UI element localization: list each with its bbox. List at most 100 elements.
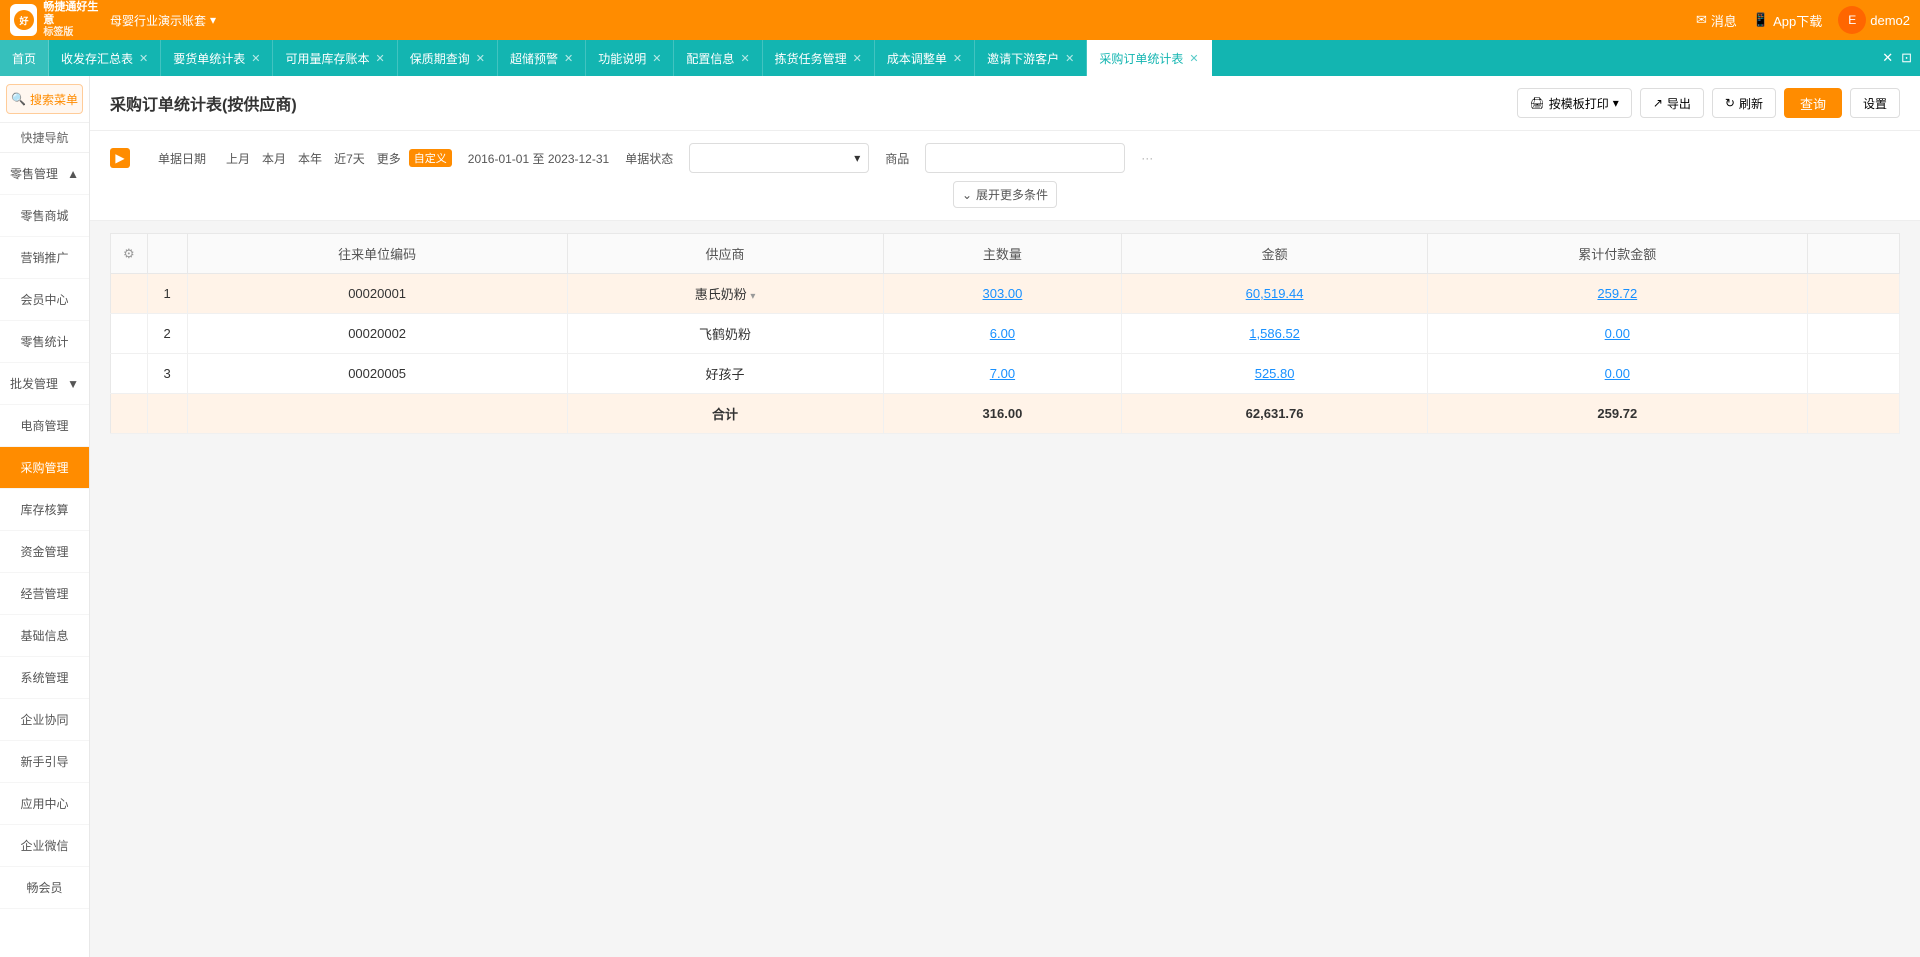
sidebar-item-营销推广[interactable]: 营销推广 <box>0 237 89 279</box>
tab-close-icon[interactable]: ✕ <box>853 52 862 65</box>
tab-可用量库存账本[interactable]: 可用量库存账本 ✕ <box>273 40 397 76</box>
settings-button[interactable]: 设置 <box>1850 88 1900 118</box>
message-btn[interactable]: ✉ 消息 <box>1696 11 1737 30</box>
row-amount-cell[interactable]: 1,586.52 <box>1122 314 1428 354</box>
refresh-button[interactable]: ↻ 刷新 <box>1712 88 1776 118</box>
row-qty-cell[interactable]: 6.00 <box>883 314 1122 354</box>
export-button[interactable]: ↗ 导出 <box>1640 88 1704 118</box>
table-row[interactable]: 2 00020002 飞鹤奶粉 6.00 1,586.52 0.00 <box>111 314 1900 354</box>
sidebar-item-批发管理[interactable]: 批发管理 ▼ <box>0 363 89 405</box>
sidebar-item-会员中心[interactable]: 会员中心 <box>0 279 89 321</box>
sidebar-quick-nav[interactable]: 快捷导航 <box>0 123 89 153</box>
filter-area: ▶ 单据日期 上月 本月 本年 近7天 更多 自定义 2016-01-01 至 … <box>90 131 1920 221</box>
tab-邀请下游客户[interactable]: 邀请下游客户 ✕ <box>975 40 1087 76</box>
sidebar-item-经营管理[interactable]: 经营管理 <box>0 573 89 615</box>
sidebar-item-采购管理[interactable]: 采购管理 <box>0 447 89 489</box>
row-supplier-cell: 飞鹤奶粉 <box>567 314 883 354</box>
footer-paid: 259.72 <box>1427 394 1807 434</box>
shortcut-more[interactable]: 更多 <box>373 148 405 169</box>
footer-settings-cell <box>111 394 148 434</box>
query-button[interactable]: 查询 <box>1784 88 1842 118</box>
row-amount-cell[interactable]: 60,519.44 <box>1122 274 1428 314</box>
row-qty-cell[interactable]: 7.00 <box>883 354 1122 394</box>
shortcut-this-month[interactable]: 本月 <box>258 148 290 169</box>
sidebar-item-应用中心[interactable]: 应用中心 <box>0 783 89 825</box>
search-menu-button[interactable]: 🔍 搜索菜单 <box>6 84 83 114</box>
tab-拣货任务管理[interactable]: 拣货任务管理 ✕ <box>763 40 875 76</box>
sidebar-item-新手引导[interactable]: 新手引导 <box>0 741 89 783</box>
tab-home[interactable]: 首页 <box>0 40 49 76</box>
status-filter-label: 单据状态 <box>625 150 673 167</box>
tab-保质期查询[interactable]: 保质期查询 ✕ <box>398 40 498 76</box>
nav-close-icon[interactable]: ✕ <box>1882 50 1893 66</box>
gear-icon[interactable]: ⚙ <box>123 246 135 261</box>
sidebar-item-零售管理[interactable]: 零售管理 ▲ <box>0 153 89 195</box>
tab-要货单统计表[interactable]: 要货单统计表 ✕ <box>161 40 273 76</box>
footer-label-cell <box>187 394 567 434</box>
table-row[interactable]: 1 00020001 惠氏奶粉 ▾ 303.00 60,519.44 259.7… <box>111 274 1900 314</box>
expand-more-btn[interactable]: ⌄ 展开更多条件 <box>953 181 1057 208</box>
expand-down-icon: ⌄ <box>962 188 972 202</box>
tab-超储预警[interactable]: 超储预警 ✕ <box>498 40 586 76</box>
sidebar-item-零售商城[interactable]: 零售商城 <box>0 195 89 237</box>
table-row[interactable]: 3 00020005 好孩子 7.00 525.80 0.00 <box>111 354 1900 394</box>
row-settings-cell <box>111 274 148 314</box>
goods-input[interactable] <box>925 143 1125 173</box>
sidebar-item-零售统计[interactable]: 零售统计 <box>0 321 89 363</box>
user-avatar[interactable]: E demo2 <box>1838 6 1910 34</box>
sidebar-search-area: 🔍 搜索菜单 <box>0 76 89 123</box>
tab-收发存汇总表[interactable]: 收发存汇总表 ✕ <box>49 40 161 76</box>
logo-area: 好 畅捷通好生意 标签版 <box>10 1 100 39</box>
tab-close-icon[interactable]: ✕ <box>1065 52 1074 65</box>
shortcut-7days[interactable]: 近7天 <box>330 148 369 169</box>
tab-close-icon[interactable]: ✕ <box>376 52 385 65</box>
tab-配置信息[interactable]: 配置信息 ✕ <box>674 40 762 76</box>
select-arrow-icon: ▾ <box>854 151 860 165</box>
sidebar-item-企业微信[interactable]: 企业微信 <box>0 825 89 867</box>
page-title: 采购订单统计表(按供应商) <box>110 91 297 127</box>
row-paid-cell[interactable]: 0.00 <box>1427 314 1807 354</box>
nav-maximize-icon[interactable]: ⊡ <box>1901 50 1912 66</box>
tab-close-icon[interactable]: ✕ <box>953 52 962 65</box>
sidebar-item-畅会员[interactable]: 畅会员 <box>0 867 89 909</box>
workspace-selector[interactable]: 母婴行业演示账套 ▾ <box>110 12 216 29</box>
data-table: ⚙ 往来单位编码 供应商 主数量 金额 累计付款金额 1 <box>110 233 1900 434</box>
row-code-cell: 00020002 <box>187 314 567 354</box>
toggle-filter-btn[interactable]: ▶ <box>110 148 130 168</box>
tab-close-icon[interactable]: ✕ <box>652 52 661 65</box>
tab-功能说明[interactable]: 功能说明 ✕ <box>586 40 674 76</box>
table-footer-row: 合计 316.00 62,631.76 259.72 <box>111 394 1900 434</box>
sidebar-item-资金管理[interactable]: 资金管理 <box>0 531 89 573</box>
svg-text:好: 好 <box>18 15 28 26</box>
tab-close-icon[interactable]: ✕ <box>251 52 260 65</box>
tab-close-icon[interactable]: ✕ <box>740 52 749 65</box>
sidebar-item-电商管理[interactable]: 电商管理 <box>0 405 89 447</box>
tab-close-icon[interactable]: ✕ <box>476 52 485 65</box>
row-paid-cell[interactable]: 259.72 <box>1427 274 1807 314</box>
row-paid-cell[interactable]: 0.00 <box>1427 354 1807 394</box>
date-filter-label: 单据日期 <box>158 150 206 167</box>
sidebar-item-系统管理[interactable]: 系统管理 <box>0 657 89 699</box>
download-icon: 📱 <box>1753 12 1769 28</box>
tab-close-icon[interactable]: ✕ <box>1189 52 1198 65</box>
col-amount: 金额 <box>1122 234 1428 274</box>
row-qty-cell[interactable]: 303.00 <box>883 274 1122 314</box>
shortcut-this-year[interactable]: 本年 <box>294 148 326 169</box>
workspace-arrow-icon: ▾ <box>210 13 216 27</box>
sidebar-item-库存核算[interactable]: 库存核算 <box>0 489 89 531</box>
sidebar-item-企业协同[interactable]: 企业协同 <box>0 699 89 741</box>
shortcut-last-month[interactable]: 上月 <box>222 148 254 169</box>
tab-成本调整单[interactable]: 成本调整单 ✕ <box>875 40 975 76</box>
app-download-btn[interactable]: 📱 App下载 <box>1753 11 1822 30</box>
tab-close-icon[interactable]: ✕ <box>139 52 148 65</box>
status-select[interactable]: ▾ <box>689 143 869 173</box>
content-area: 采购订单统计表(按供应商) 🖨 按模板打印 ▾ ↗ 导出 ↻ 刷新 查询 设置 <box>90 76 1920 957</box>
tab-close-icon[interactable]: ✕ <box>564 52 573 65</box>
row-amount-cell[interactable]: 525.80 <box>1122 354 1428 394</box>
tab-采购订单统计表[interactable]: 采购订单统计表 ✕ <box>1087 40 1211 76</box>
col-settings[interactable]: ⚙ <box>111 234 148 274</box>
more-filter-icon[interactable]: ··· <box>1141 151 1153 165</box>
sidebar-item-基础信息[interactable]: 基础信息 <box>0 615 89 657</box>
print-button[interactable]: 🖨 按模板打印 ▾ <box>1517 88 1632 118</box>
row-index-cell: 2 <box>147 314 187 354</box>
